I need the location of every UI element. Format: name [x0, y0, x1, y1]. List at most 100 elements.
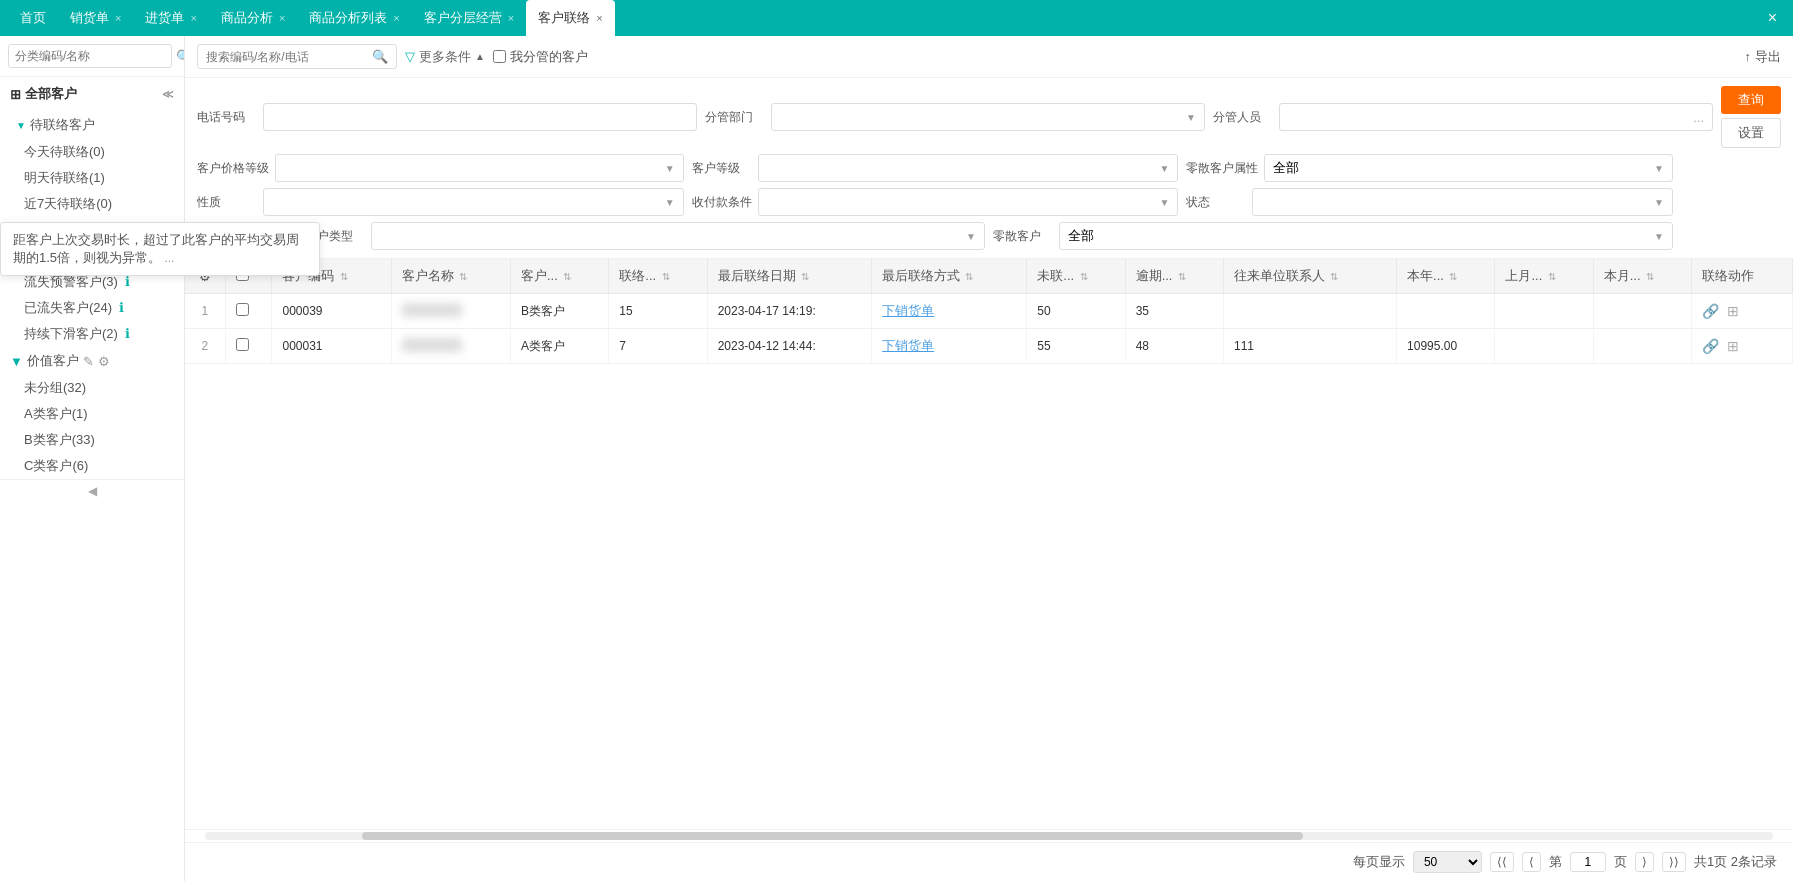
nav-product-analysis[interactable]: 商品分析 ×	[209, 0, 297, 36]
sidebar-item-c-class[interactable]: C类客户(6)	[0, 453, 184, 479]
scroll-thumb[interactable]	[362, 832, 1303, 840]
edit-icon[interactable]: ✎	[83, 354, 94, 369]
filter-cell-customer-type: 客户类型 ▼	[305, 222, 985, 250]
sidebar-item-declining[interactable]: 持续下滑客户(2) ℹ	[0, 321, 184, 347]
manager-input[interactable]: ...	[1279, 103, 1713, 131]
sort-icon-type[interactable]: ⇅	[563, 271, 571, 282]
page-end-label: 页	[1614, 853, 1627, 871]
window-close-button[interactable]: ×	[1760, 9, 1785, 27]
nav-customer-tier[interactable]: 客户分层经营 ×	[412, 0, 526, 36]
sort-icon-unlink[interactable]: ⇅	[1080, 271, 1088, 282]
sort-icon-partner[interactable]: ⇅	[1330, 271, 1338, 282]
customer-type-dropdown[interactable]: ▼	[371, 222, 985, 250]
table-footer: 每页显示 50 20 100 ⟨⟨ ⟨ 第 页 ⟩ ⟩⟩ 共1页 2条记录	[185, 842, 1793, 881]
my-customers-checkbox[interactable]	[493, 50, 506, 63]
sort-icon-month[interactable]: ⇅	[1646, 271, 1654, 282]
sort-icon-code[interactable]: ⇅	[340, 271, 348, 282]
query-button[interactable]: 查询	[1721, 86, 1781, 114]
per-page-select[interactable]: 50 20 100	[1413, 851, 1482, 873]
sidebar-item-today[interactable]: 今天待联络(0)	[0, 139, 184, 165]
prev-page-btn[interactable]: ⟨	[1522, 852, 1541, 872]
nav-product-list-close[interactable]: ×	[393, 12, 399, 24]
sort-icon-date[interactable]: ⇅	[801, 271, 809, 282]
lost-warning-info-icon[interactable]: ℹ	[125, 274, 130, 289]
phone-input[interactable]	[263, 103, 697, 131]
sort-icon-contact[interactable]: ⇅	[662, 271, 670, 282]
sidebar-item-7days[interactable]: 近7天待联络(0)	[0, 191, 184, 217]
nav-customer-contact-close[interactable]: ×	[596, 12, 602, 24]
search-input[interactable]	[206, 50, 372, 64]
chevron-down-icon7: ▼	[1654, 197, 1664, 208]
payment-dropdown[interactable]: ▼	[758, 188, 1179, 216]
row1-last-method[interactable]: 下销货单	[872, 294, 1027, 329]
my-customers-checkbox-area[interactable]: 我分管的客户	[493, 48, 588, 66]
retail-attr-dropdown[interactable]: 全部 ▼	[1264, 154, 1673, 182]
row2-link-icon[interactable]: 🔗	[1702, 338, 1719, 354]
more-conditions-btn[interactable]: ▽ 更多条件 ▲	[405, 48, 485, 66]
settings-button[interactable]: 设置	[1721, 118, 1781, 148]
sort-icon-year[interactable]: ⇅	[1449, 271, 1457, 282]
nav-customer-tier-close[interactable]: ×	[508, 12, 514, 24]
customer-level-dropdown[interactable]: ▼	[758, 154, 1179, 182]
price-level-dropdown[interactable]: ▼	[275, 154, 684, 182]
row2-detail-icon[interactable]: ⊞	[1727, 338, 1739, 354]
nav-sales-order-close[interactable]: ×	[115, 12, 121, 24]
nav-customer-contact[interactable]: 客户联络 ×	[526, 0, 614, 36]
sidebar-search-button[interactable]: 🔍	[176, 49, 185, 64]
grid-icon: ⊞	[10, 87, 21, 102]
sidebar-expand-left[interactable]: ◀	[88, 484, 97, 498]
current-page-input[interactable]	[1570, 852, 1606, 872]
row1-last-month	[1495, 294, 1593, 329]
col-last-month: 上月... ⇅	[1495, 259, 1593, 294]
sidebar-item-ungrouped[interactable]: 未分组(32)	[0, 375, 184, 401]
last-page-btn[interactable]: ⟩⟩	[1662, 852, 1686, 872]
row1-name	[391, 294, 510, 329]
row2-checkbox[interactable]	[236, 338, 249, 351]
nav-home[interactable]: 首页	[8, 0, 58, 36]
status-dropdown[interactable]: ▼	[1252, 188, 1673, 216]
sidebar-item-tomorrow[interactable]: 明天待联络(1)	[0, 165, 184, 191]
nav-product-analysis-list[interactable]: 商品分析列表 ×	[297, 0, 411, 36]
sidebar-collapse-icon[interactable]: ≪	[162, 88, 174, 101]
row1-link-icon[interactable]: 🔗	[1702, 303, 1719, 319]
nav-product-analysis-close[interactable]: ×	[279, 12, 285, 24]
nav-purchase-close[interactable]: ×	[190, 12, 196, 24]
export-button[interactable]: ↑ 导出	[1745, 48, 1782, 66]
row2-last-method-link[interactable]: 下销货单	[882, 338, 934, 353]
row1-last-method-link[interactable]: 下销货单	[882, 303, 934, 318]
nav-sales-order[interactable]: 销货单 ×	[58, 0, 133, 36]
sidebar-item-lost[interactable]: 已流失客户(24) ℹ	[0, 295, 184, 321]
horizontal-scrollbar[interactable]	[185, 829, 1793, 842]
sort-icon-name[interactable]: ⇅	[459, 271, 467, 282]
sidebar-value-customers-header[interactable]: ▼ 价值客户 ✎ ⚙	[0, 347, 184, 375]
chevron-down-icon6: ▼	[1159, 197, 1169, 208]
sidebar-pending-contact-group[interactable]: ▼ 待联络客户	[0, 111, 184, 139]
row1-checkbox-cell	[225, 294, 272, 329]
retail-dropdown[interactable]: 全部 ▼	[1059, 222, 1673, 250]
sidebar-search-input[interactable]	[8, 44, 172, 68]
row1-checkbox[interactable]	[236, 303, 249, 316]
row2-index: 2	[185, 329, 225, 364]
settings-icon[interactable]: ⚙	[98, 354, 110, 369]
sidebar-item-b-class[interactable]: B类客户(33)	[0, 427, 184, 453]
row1-detail-icon[interactable]: ⊞	[1727, 303, 1739, 319]
filter-icon: ▽	[405, 49, 415, 64]
sidebar: 🔍 ⊞ 全部客户 ≪ ▼ 待联络客户 今天待联络(0) 明天待联络(1) 近7天…	[0, 36, 185, 881]
row1-code: 000039	[272, 294, 391, 329]
sort-icon-overdue[interactable]: ⇅	[1178, 271, 1186, 282]
lost-info-icon[interactable]: ℹ	[119, 300, 124, 315]
first-page-btn[interactable]: ⟨⟨	[1490, 852, 1514, 872]
dept-dropdown[interactable]: ▼	[771, 103, 1205, 131]
row2-last-method[interactable]: 下销货单	[872, 329, 1027, 364]
row1-type: B类客户	[510, 294, 608, 329]
filter-cell-retail: 零散客户 全部 ▼	[993, 222, 1673, 250]
sort-icon-last-month[interactable]: ⇅	[1548, 271, 1556, 282]
sort-icon-method[interactable]: ⇅	[965, 271, 973, 282]
sidebar-item-a-class[interactable]: A类客户(1)	[0, 401, 184, 427]
next-page-btn[interactable]: ⟩	[1635, 852, 1654, 872]
nav-purchase-order[interactable]: 进货单 ×	[133, 0, 208, 36]
search-icon[interactable]: 🔍	[372, 49, 388, 64]
declining-info-icon[interactable]: ℹ	[125, 326, 130, 341]
sidebar-all-customers-header[interactable]: ⊞ 全部客户 ≪	[0, 77, 184, 111]
gender-dropdown[interactable]: ▼	[263, 188, 684, 216]
